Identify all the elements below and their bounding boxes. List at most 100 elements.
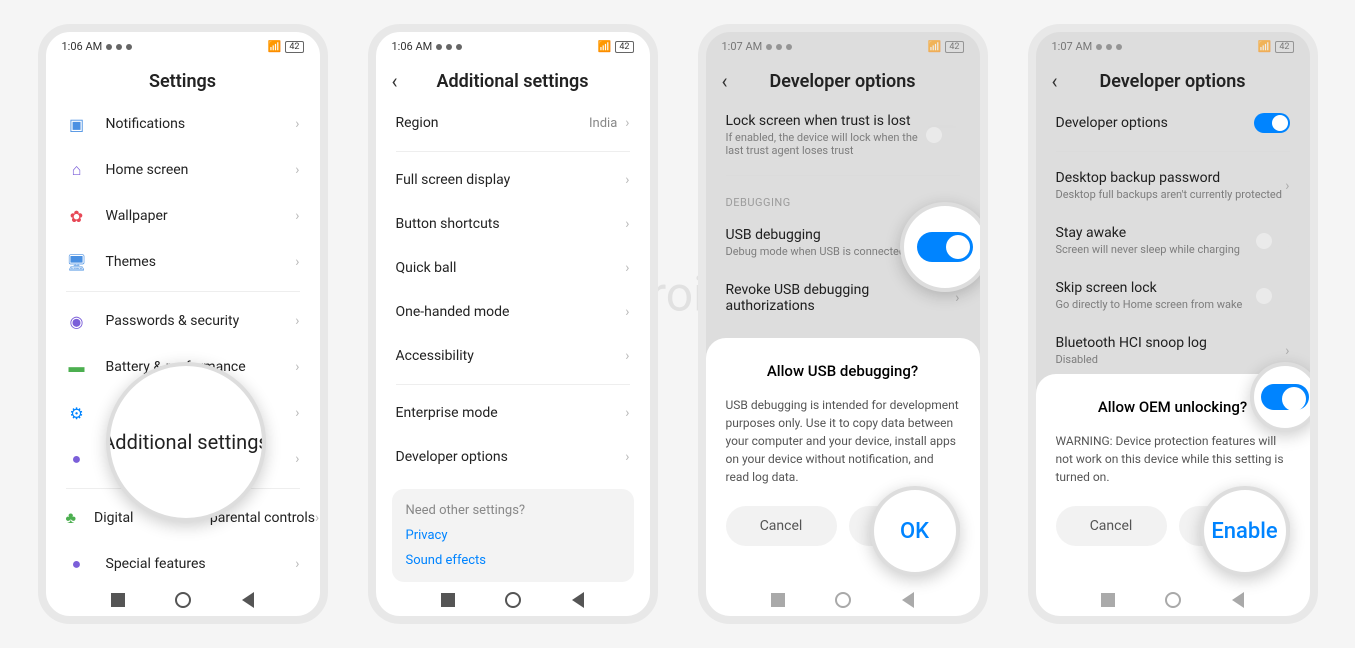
chevron-icon: › — [295, 116, 299, 132]
chevron-icon: › — [295, 405, 299, 421]
cancel-button[interactable]: Cancel — [1056, 506, 1167, 546]
item-themes[interactable]: 🖥Themes› — [46, 239, 320, 285]
item-desktop-backup[interactable]: Desktop backup passwordDesktop full back… — [1036, 158, 1310, 213]
status-battery: 42 — [1275, 41, 1293, 53]
nav-recents[interactable] — [771, 593, 785, 607]
ok-label: OK — [900, 519, 929, 544]
gear-icon: ⚙ — [66, 402, 88, 424]
status-dot2 — [116, 44, 122, 50]
item-quickball[interactable]: Quick ball› — [376, 246, 650, 290]
chevron-icon: › — [625, 348, 629, 364]
nav-recents[interactable] — [441, 593, 455, 607]
chevron-icon: › — [625, 216, 629, 232]
divider — [396, 384, 630, 385]
status-dot3 — [126, 44, 132, 50]
nav-home[interactable] — [175, 592, 191, 608]
phone-developer-options-oem: 1:07 AM 📶42 ‹ Developer options Develope… — [1028, 24, 1318, 624]
nav-home[interactable] — [505, 592, 521, 608]
item-enterprise[interactable]: Enterprise mode› — [376, 391, 650, 435]
battery-icon: ▬ — [66, 356, 88, 378]
nav-home[interactable] — [835, 592, 851, 608]
divider — [396, 151, 630, 152]
item-skip-lock[interactable]: Skip screen lockGo directly to Home scre… — [1036, 268, 1310, 323]
chevron-icon: › — [315, 510, 319, 526]
item-wallpaper[interactable]: ✿Wallpaper› — [46, 193, 320, 239]
page-title: Settings — [62, 71, 304, 92]
label: Lock screen when trust is lost — [726, 113, 924, 129]
nav-back[interactable] — [242, 592, 254, 608]
divider — [1056, 151, 1290, 152]
item-onehanded[interactable]: One-handed mode› — [376, 290, 650, 334]
magnify-oem-toggle — [1250, 362, 1318, 432]
toggle-on[interactable] — [1254, 113, 1290, 133]
status-time: 1:07 AM — [722, 40, 763, 53]
status-battery: 42 — [285, 41, 303, 53]
nav-recents[interactable] — [111, 593, 125, 607]
cancel-button[interactable]: Cancel — [726, 506, 837, 546]
chevron-icon: › — [295, 556, 299, 572]
item-region[interactable]: RegionIndia› — [376, 101, 650, 145]
back-button[interactable]: ‹ — [1052, 69, 1058, 93]
value: India — [589, 116, 617, 131]
dialog-body: USB debugging is intended for developmen… — [726, 396, 960, 486]
item-developer-options[interactable]: Developer options› — [376, 435, 650, 479]
label: Wallpaper — [106, 208, 296, 224]
label: Quick ball — [396, 260, 626, 276]
label: Button shortcuts — [396, 216, 626, 232]
chevron-icon: › — [625, 172, 629, 188]
toggle[interactable] — [1254, 286, 1290, 306]
item-home-screen[interactable]: ⌂Home screen› — [46, 147, 320, 193]
nav-bar — [1036, 592, 1310, 608]
link-privacy[interactable]: Privacy — [406, 528, 620, 543]
nav-back[interactable] — [572, 592, 584, 608]
item-special-features[interactable]: ●Special features› — [46, 541, 320, 587]
status-dot1 — [106, 44, 112, 50]
security-icon: ◉ — [66, 310, 88, 332]
nav-bar — [376, 592, 650, 608]
status-bar: 1:07 AM 📶42 — [706, 32, 980, 61]
item-button-shortcuts[interactable]: Button shortcuts› — [376, 202, 650, 246]
item-devopt-toggle[interactable]: Developer options — [1036, 101, 1310, 145]
page-title: Additional settings — [392, 71, 634, 92]
dialog-title: Allow USB debugging? — [726, 362, 960, 380]
item-passwords-security[interactable]: ◉Passwords & security› — [46, 298, 320, 344]
sub: Go directly to Home screen from wake — [1056, 298, 1254, 311]
sub: Screen will never sleep while charging — [1056, 243, 1254, 256]
status-time: 1:06 AM — [392, 40, 433, 53]
item-lockscreen-trust[interactable]: Lock screen when trust is lostIf enabled… — [706, 101, 980, 169]
status-signal: 📶 — [598, 40, 612, 53]
link-sound-effects[interactable]: Sound effects — [406, 553, 620, 568]
toggle[interactable] — [924, 125, 960, 145]
chevron-icon: › — [955, 290, 959, 306]
header: ‹ Developer options — [1036, 61, 1310, 101]
chevron-icon: › — [295, 359, 299, 375]
toggle-on-icon — [1261, 384, 1309, 410]
status-battery: 42 — [615, 41, 633, 53]
back-button[interactable]: ‹ — [722, 69, 728, 93]
toggle[interactable] — [1254, 231, 1290, 251]
chevron-icon: › — [625, 449, 629, 465]
item-stay-awake[interactable]: Stay awake Screen will never sleep while … — [1036, 213, 1310, 268]
chevron-icon: › — [1285, 343, 1289, 359]
item-notifications[interactable]: ▣Notifications› — [46, 101, 320, 147]
label: Themes — [106, 254, 296, 270]
nav-back[interactable] — [1232, 592, 1244, 608]
dialog-body: WARNING: Device protection features will… — [1056, 432, 1290, 486]
item-fullscreen[interactable]: Full screen display› — [376, 158, 650, 202]
chevron-icon: › — [625, 304, 629, 320]
nav-home[interactable] — [1165, 592, 1181, 608]
label: Stay awake — [1056, 225, 1254, 241]
label: Bluetooth HCI snoop log — [1056, 335, 1286, 351]
enable-label: Enable — [1211, 519, 1277, 544]
notif-icon: ▣ — [66, 113, 88, 135]
nav-back[interactable] — [902, 592, 914, 608]
magnify-ok-button: OK — [870, 486, 960, 576]
item-accessibility[interactable]: Accessibility› — [376, 334, 650, 378]
sub: Desktop full backups aren't currently pr… — [1056, 188, 1286, 201]
header: ‹ Developer options — [706, 61, 980, 101]
nav-bar — [706, 592, 980, 608]
status-time: 1:06 AM — [62, 40, 103, 53]
page-title: Developer options — [722, 71, 964, 92]
back-button[interactable]: ‹ — [392, 69, 398, 93]
nav-recents[interactable] — [1101, 593, 1115, 607]
